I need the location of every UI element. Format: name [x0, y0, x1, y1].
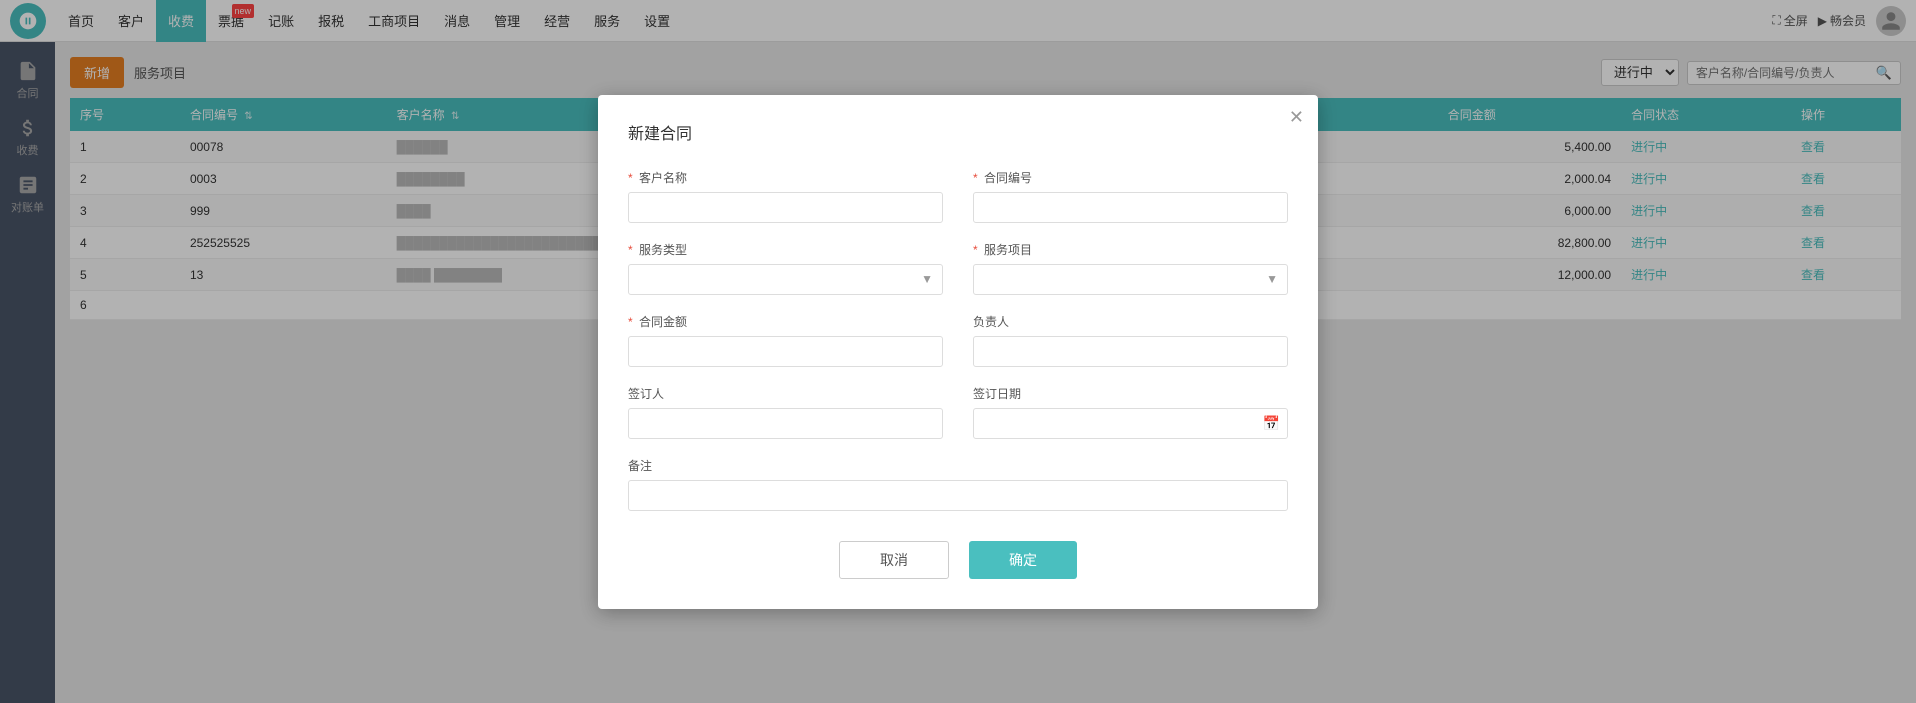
- label-contract-no: * 合同编号: [973, 169, 1288, 186]
- required-mark-service-item: *: [973, 243, 978, 257]
- field-signer: 签订人: [628, 385, 943, 439]
- input-responsible-person[interactable]: [973, 336, 1288, 367]
- service-item-select-wrapper: ▼: [973, 264, 1288, 295]
- field-contract-amount: * 合同金额 0.00: [628, 313, 943, 367]
- field-remarks: 备注: [628, 457, 1288, 511]
- field-customer-name: * 客户名称: [628, 169, 943, 223]
- form-grid: * 客户名称 * 合同编号 * 服务类型: [628, 169, 1288, 439]
- label-service-item: * 服务项目: [973, 241, 1288, 258]
- field-service-item: * 服务项目 ▼: [973, 241, 1288, 295]
- required-mark-customer: *: [628, 171, 633, 185]
- label-service-type: * 服务类型: [628, 241, 943, 258]
- label-sign-date: 签订日期: [973, 385, 1288, 402]
- confirm-button[interactable]: 确定: [969, 541, 1077, 579]
- select-service-item[interactable]: [973, 264, 1288, 295]
- form-actions: 取消 确定: [628, 541, 1288, 579]
- modal-overlay: ✕ 新建合同 * 客户名称 * 合同编号: [0, 0, 1916, 703]
- input-sign-date[interactable]: 2023-06-06: [973, 408, 1288, 439]
- required-mark-amount: *: [628, 315, 633, 329]
- select-service-type[interactable]: [628, 264, 943, 295]
- field-responsible-person: 负责人: [973, 313, 1288, 367]
- label-customer-name: * 客户名称: [628, 169, 943, 186]
- field-sign-date: 签订日期 2023-06-06 📅: [973, 385, 1288, 439]
- modal-close-button[interactable]: ✕: [1289, 107, 1304, 128]
- input-customer-name[interactable]: [628, 192, 943, 223]
- required-mark-service-type: *: [628, 243, 633, 257]
- modal-new-contract: ✕ 新建合同 * 客户名称 * 合同编号: [598, 95, 1318, 609]
- service-type-select-wrapper: ▼: [628, 264, 943, 295]
- cancel-button[interactable]: 取消: [839, 541, 949, 579]
- sign-date-wrapper: 2023-06-06 📅: [973, 408, 1288, 439]
- field-contract-no: * 合同编号: [973, 169, 1288, 223]
- label-remarks: 备注: [628, 457, 1288, 474]
- label-responsible-person: 负责人: [973, 313, 1288, 330]
- field-service-type: * 服务类型 ▼: [628, 241, 943, 295]
- required-mark-contract: *: [973, 171, 978, 185]
- input-remarks[interactable]: [628, 480, 1288, 511]
- input-contract-amount[interactable]: 0.00: [628, 336, 943, 367]
- modal-title: 新建合同: [628, 120, 1288, 144]
- label-contract-amount: * 合同金额: [628, 313, 943, 330]
- input-contract-no[interactable]: [973, 192, 1288, 223]
- label-signer: 签订人: [628, 385, 943, 402]
- input-signer[interactable]: [628, 408, 943, 439]
- calendar-icon[interactable]: 📅: [1263, 415, 1280, 432]
